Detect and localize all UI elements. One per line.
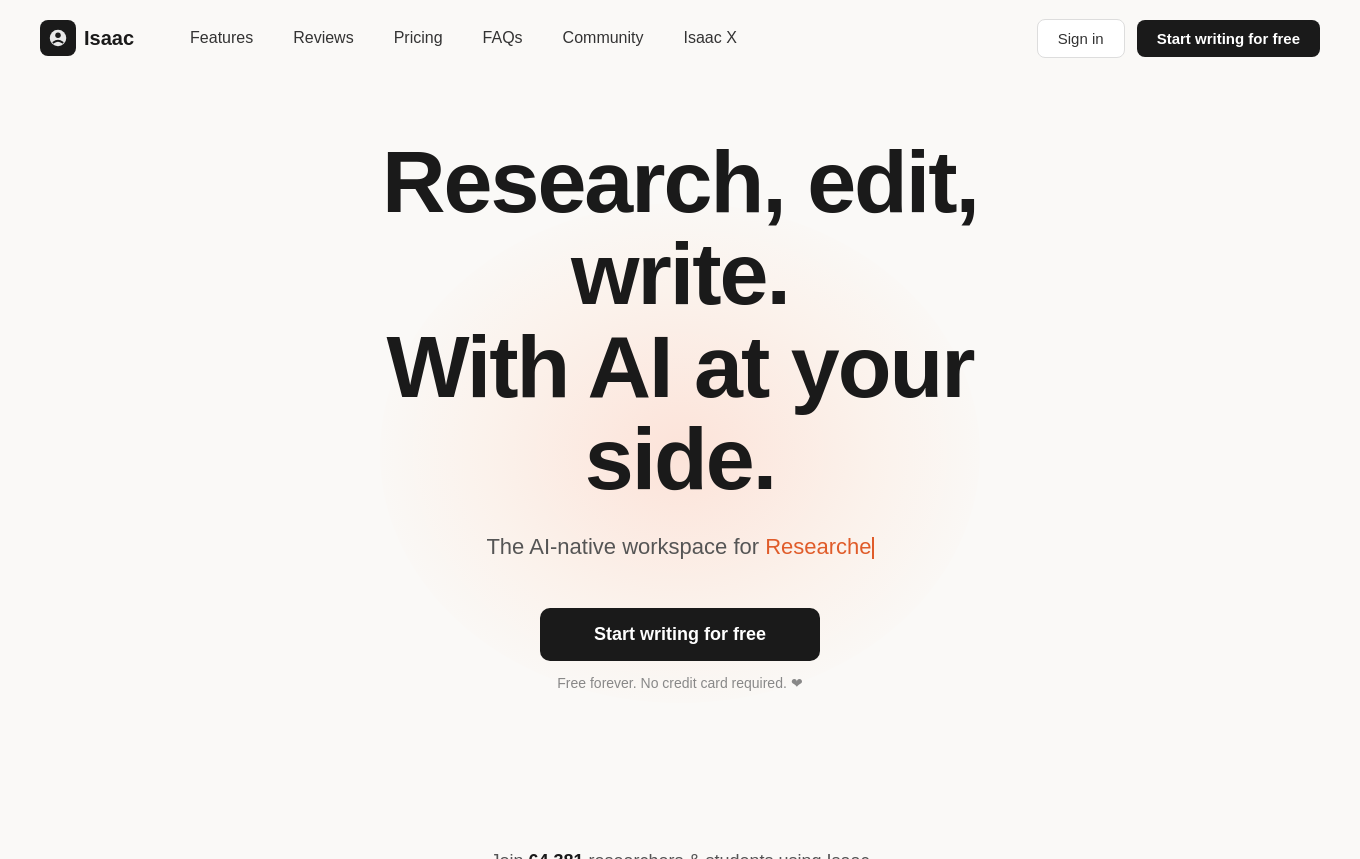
start-writing-nav-button[interactable]: Start writing for free — [1137, 20, 1320, 57]
typing-cursor — [872, 537, 874, 559]
start-writing-hero-button[interactable]: Start writing for free — [540, 608, 820, 661]
hero-footnote: Free forever. No credit card required. ❤ — [557, 675, 802, 691]
nav-link-reviews[interactable]: Reviews — [277, 21, 369, 55]
nav-link-community[interactable]: Community — [547, 21, 660, 55]
signin-button[interactable]: Sign in — [1037, 19, 1125, 58]
hero-title-line4: side. — [585, 409, 776, 508]
hero-title-line2: write. — [571, 224, 789, 323]
hero-subtitle: The AI-native workspace for Researche — [382, 534, 978, 560]
hero-title-line1: Research, edit, — [382, 132, 978, 231]
logo-link[interactable]: Isaac — [40, 20, 134, 56]
hero-subtitle-highlight: Researche — [765, 534, 871, 559]
hero-cta: Start writing for free Free forever. No … — [382, 608, 978, 691]
logo-svg — [47, 27, 69, 49]
hero-title: Research, edit, write. With AI at your s… — [382, 136, 978, 506]
nav-link-pricing[interactable]: Pricing — [378, 21, 459, 55]
logo-icon — [40, 20, 76, 56]
hero-subtitle-prefix: The AI-native workspace for — [486, 534, 765, 559]
join-suffix: researchers & students using Isaac — [583, 851, 869, 859]
hero-section: Research, edit, write. With AI at your s… — [0, 76, 1360, 831]
logo-text: Isaac — [84, 27, 134, 50]
nav-link-isaacx[interactable]: Isaac X — [668, 21, 753, 55]
nav-link-features[interactable]: Features — [174, 21, 269, 55]
join-text: Join 64,381 researchers & students using… — [20, 851, 1340, 859]
navbar: Isaac Features Reviews Pricing FAQs Comm… — [0, 0, 1360, 76]
join-prefix: Join — [490, 851, 528, 859]
hero-title-line3: With AI at your — [387, 317, 974, 416]
hero-content: Research, edit, write. With AI at your s… — [382, 136, 978, 771]
navbar-right: Sign in Start writing for free — [1037, 19, 1320, 58]
nav-links: Features Reviews Pricing FAQs Community … — [174, 21, 753, 55]
nav-link-faqs[interactable]: FAQs — [467, 21, 539, 55]
join-count: 64,381 — [528, 851, 583, 859]
svg-point-1 — [55, 33, 61, 39]
join-section: Join 64,381 researchers & students using… — [0, 831, 1360, 859]
navbar-left: Isaac Features Reviews Pricing FAQs Comm… — [40, 20, 753, 56]
